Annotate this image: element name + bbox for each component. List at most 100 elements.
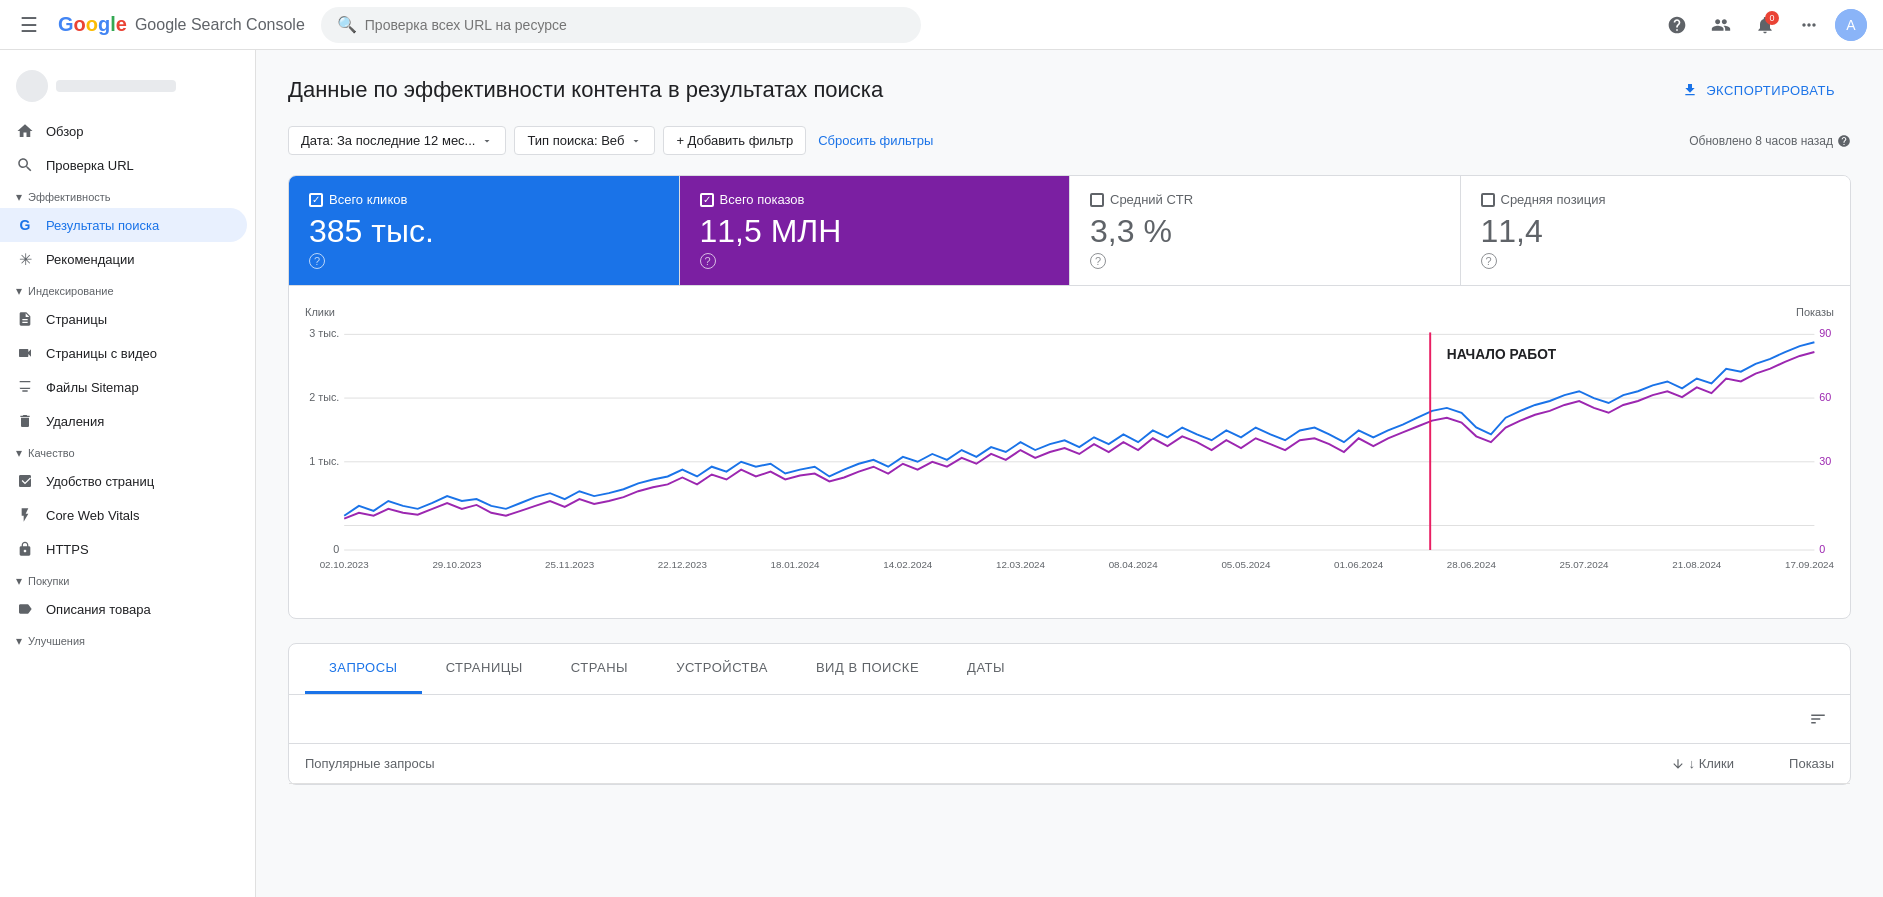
search-input[interactable]	[365, 17, 905, 33]
type-filter[interactable]: Тип поиска: Веб	[514, 126, 655, 155]
svg-text:17.09.2024: 17.09.2024	[1785, 559, 1834, 570]
google-g-icon: G	[16, 216, 34, 234]
reset-filter-label: Сбросить фильтры	[818, 133, 933, 148]
sidebar-label-sitemap: Файлы Sitemap	[46, 380, 139, 395]
stat-card-position[interactable]: Средняя позиция 11,4 ?	[1461, 176, 1851, 285]
impressions-label: Всего показов	[720, 192, 805, 207]
sidebar-item-pages[interactable]: Страницы	[0, 302, 247, 336]
tab-countries[interactable]: СТРАНЫ	[547, 644, 652, 694]
tab-search-type[interactable]: ВИД В ПОИСКЕ	[792, 644, 943, 694]
ctr-info-icon[interactable]: ?	[1090, 253, 1106, 269]
section-effectiveness[interactable]: ▾ Эффективность	[0, 182, 255, 208]
sidebar-item-overview[interactable]: Обзор	[0, 114, 247, 148]
col-queries-header: Популярные запросы	[305, 756, 1614, 771]
queries-column-label: Популярные запросы	[305, 756, 435, 771]
tabs-header: ЗАПРОСЫ СТРАНИЦЫ СТРАНЫ УСТРОЙСТВА ВИД В…	[289, 644, 1850, 695]
section-improvements[interactable]: ▾ Улучшения	[0, 626, 255, 652]
removals-icon	[16, 412, 34, 430]
app-logo: Google Google Search Console	[58, 13, 305, 36]
accounts-button[interactable]	[1703, 7, 1739, 43]
impressions-checkbox[interactable]	[700, 193, 714, 207]
https-icon	[16, 540, 34, 558]
stat-card-clicks[interactable]: Всего кликов 385 тыс. ?	[289, 176, 680, 285]
svg-text:0: 0	[1819, 543, 1825, 555]
svg-text:05.05.2024: 05.05.2024	[1221, 559, 1271, 570]
sidebar-label-removals: Удаления	[46, 414, 104, 429]
svg-text:25.11.2023: 25.11.2023	[545, 559, 595, 570]
position-info-icon[interactable]: ?	[1481, 253, 1497, 269]
tab-pages[interactable]: СТРАНИЦЫ	[422, 644, 547, 694]
section-indexing[interactable]: ▾ Индексирование	[0, 276, 255, 302]
sidebar-item-removals[interactable]: Удаления	[0, 404, 247, 438]
svg-text:08.04.2024: 08.04.2024	[1109, 559, 1159, 570]
layout: Обзор Проверка URL ▾ Эффективность G Рез…	[0, 0, 1883, 897]
sitemap-icon	[16, 378, 34, 396]
sidebar-item-url-check[interactable]: Проверка URL	[0, 148, 247, 182]
sidebar-item-search-results[interactable]: G Результаты поиска	[0, 208, 247, 242]
position-checkbox[interactable]	[1481, 193, 1495, 207]
tabs-section: ЗАПРОСЫ СТРАНИЦЫ СТРАНЫ УСТРОЙСТВА ВИД В…	[288, 643, 1851, 785]
date-filter-label: Дата: За последние 12 мес...	[301, 133, 475, 148]
table-filter-button[interactable]	[1802, 703, 1834, 735]
sidebar-item-https[interactable]: HTTPS	[0, 532, 247, 566]
clicks-info-icon[interactable]: ?	[309, 253, 325, 269]
table-header: Популярные запросы ↓ Клики Показы	[289, 744, 1850, 784]
app-title: Google Search Console	[135, 16, 305, 34]
sidebar-item-page-experience[interactable]: Удобство страниц	[0, 464, 247, 498]
sidebar-label-recommendations: Рекомендации	[46, 252, 135, 267]
clicks-checkbox[interactable]	[309, 193, 323, 207]
svg-text:2 тыс.: 2 тыс.	[309, 391, 339, 403]
tab-dates[interactable]: ДАТЫ	[943, 644, 1029, 694]
shows-column-label: Показы	[1789, 756, 1834, 771]
reset-filters-button[interactable]: Сбросить фильтры	[818, 133, 933, 148]
stat-card-impressions[interactable]: Всего показов 11,5 МЛН ?	[680, 176, 1071, 285]
section-quality[interactable]: ▾ Качество	[0, 438, 255, 464]
section-shopping[interactable]: ▾ Покупки	[0, 566, 255, 592]
ctr-checkbox[interactable]	[1090, 193, 1104, 207]
svg-text:НАЧАЛО РАБОТ: НАЧАЛО РАБОТ	[1447, 347, 1557, 362]
sidebar-label-video-pages: Страницы с видео	[46, 346, 157, 361]
svg-text:29.10.2023: 29.10.2023	[432, 559, 482, 570]
sidebar-item-video-pages[interactable]: Страницы с видео	[0, 336, 247, 370]
sidebar-item-product-descriptions[interactable]: Описания товара	[0, 592, 247, 626]
update-time-label: Обновлено 8 часов назад	[1689, 134, 1833, 148]
ctr-value: 3,3 %	[1090, 215, 1440, 247]
tab-devices[interactable]: УСТРОЙСТВА	[652, 644, 792, 694]
clicks-label: Всего кликов	[329, 192, 407, 207]
sidebar-label-page-experience: Удобство страниц	[46, 474, 154, 489]
col-clicks-header[interactable]: ↓ Клики	[1614, 756, 1734, 771]
tabs-toolbar	[289, 695, 1850, 744]
export-button[interactable]: ЭКСПОРТИРОВАТЬ	[1666, 74, 1851, 106]
svg-text:60 тыс.: 60 тыс.	[1819, 391, 1834, 403]
svg-text:18.01.2024: 18.01.2024	[771, 559, 821, 570]
stat-card-ctr[interactable]: Средний CTR 3,3 % ?	[1070, 176, 1461, 285]
search-bar[interactable]: 🔍	[321, 7, 921, 43]
sidebar-item-sitemap[interactable]: Файлы Sitemap	[0, 370, 247, 404]
recommendations-icon: ✳	[16, 250, 34, 268]
menu-icon[interactable]: ☰	[16, 9, 42, 41]
sidebar-label-product: Описания товара	[46, 602, 151, 617]
svg-text:А: А	[1846, 17, 1856, 33]
clicks-column-label: ↓ Клики	[1689, 756, 1734, 771]
left-axis-label: Клики	[305, 306, 335, 318]
pages-icon	[16, 310, 34, 328]
impressions-info-icon[interactable]: ?	[700, 253, 716, 269]
help-button[interactable]	[1659, 7, 1695, 43]
svg-text:25.07.2024: 25.07.2024	[1560, 559, 1610, 570]
impressions-value: 11,5 МЛН	[700, 215, 1050, 247]
notifications-button[interactable]: 0	[1747, 7, 1783, 43]
video-icon	[16, 344, 34, 362]
sidebar-property[interactable]	[0, 58, 255, 114]
sidebar-item-core-web-vitals[interactable]: Core Web Vitals	[0, 498, 247, 532]
sidebar-item-recommendations[interactable]: ✳ Рекомендации	[0, 242, 247, 276]
export-label: ЭКСПОРТИРОВАТЬ	[1706, 83, 1835, 98]
sidebar-label-cwv: Core Web Vitals	[46, 508, 139, 523]
avatar[interactable]: А	[1835, 9, 1867, 41]
apps-button[interactable]	[1791, 7, 1827, 43]
cwv-icon	[16, 506, 34, 524]
add-filter-button[interactable]: + Добавить фильтр	[663, 126, 806, 155]
page-title: Данные по эффективности контента в резул…	[288, 77, 883, 103]
tab-queries[interactable]: ЗАПРОСЫ	[305, 644, 422, 694]
date-filter[interactable]: Дата: За последние 12 мес...	[288, 126, 506, 155]
clicks-line	[344, 342, 1814, 515]
